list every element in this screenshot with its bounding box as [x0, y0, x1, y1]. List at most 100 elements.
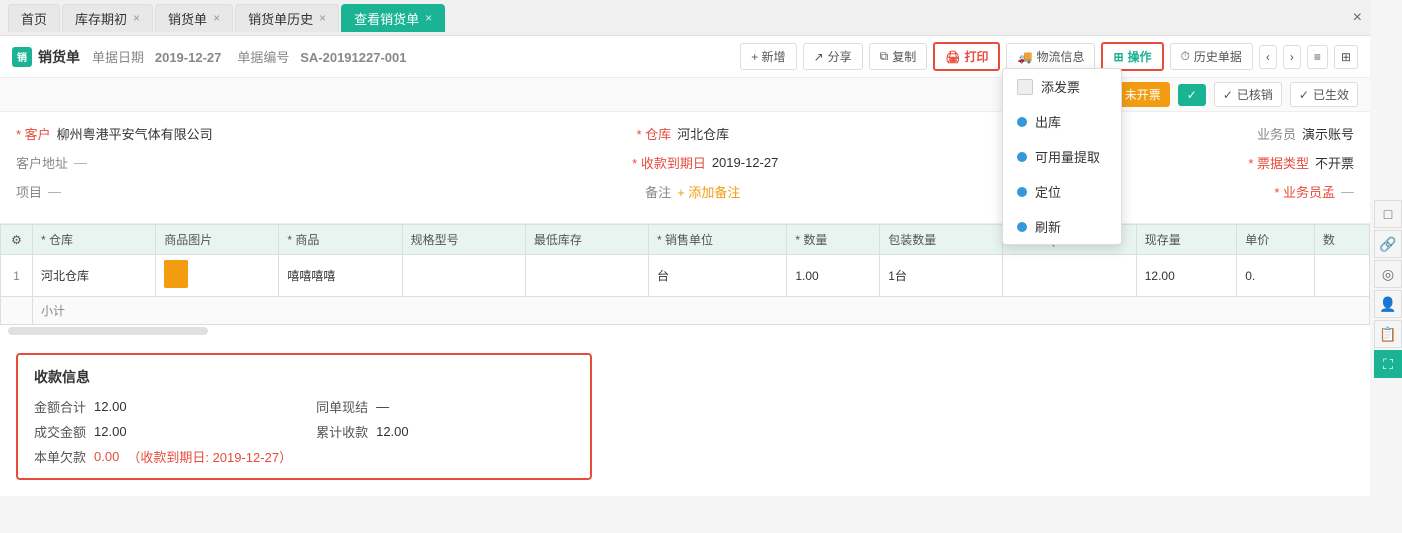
view-grid-button[interactable]: ⊞: [1334, 45, 1358, 69]
share-button[interactable]: ↗ 分享: [803, 43, 863, 70]
row-available: [1003, 255, 1136, 297]
history-docs-button[interactable]: ⏱ 历史单据: [1170, 43, 1253, 70]
status-sold-button[interactable]: ✓ 已核销: [1214, 82, 1282, 107]
new-button[interactable]: + 新增: [740, 43, 796, 70]
col-amount: 数: [1314, 225, 1369, 255]
staff-field: 业务员 演示账号: [1257, 124, 1354, 143]
same-settle-value: —: [376, 399, 389, 414]
tab-close-view-sales[interactable]: ×: [425, 11, 432, 25]
locate-dot: [1017, 187, 1027, 197]
tab-close-sales-order[interactable]: ×: [213, 11, 220, 25]
status-effective-button[interactable]: ✓ 已生效: [1290, 82, 1358, 107]
print-button[interactable]: 🖨 打印: [933, 42, 1000, 71]
owed-label: 本单欠款: [34, 447, 86, 466]
sidebar-icon-circle[interactable]: ◎: [1374, 260, 1402, 288]
row-product: 嘻嘻嘻嘻: [279, 255, 402, 297]
tab-home[interactable]: 首页: [8, 4, 60, 32]
sidebar-icon-clipboard[interactable]: 📋: [1374, 320, 1402, 348]
address-label: 客户地址: [16, 153, 68, 172]
address-field: 客户地址 —: [16, 153, 608, 172]
tab-sales-history[interactable]: 销货单历史 ×: [235, 4, 339, 32]
check-button[interactable]: ✓: [1178, 84, 1206, 106]
operations-button[interactable]: ⊞ 操作: [1101, 42, 1163, 71]
print-icon: 🖨: [945, 50, 960, 64]
table-header-row: ⚙ * 仓库 商品图片 * 商品 规格型号 最低库存 * 销售单位 * 数量 包…: [1, 225, 1370, 255]
customer-label: * 客户: [16, 124, 51, 143]
staff-label: 业务员: [1257, 124, 1296, 143]
summary-row-total: 金额合计 12.00: [34, 397, 292, 416]
doc-num-label: 单据编号 SA-20191227-001: [237, 47, 406, 66]
sidebar-icon-link[interactable]: 🔗: [1374, 230, 1402, 258]
col-warehouse: * 仓库: [33, 225, 156, 255]
project-field: 项目 —: [16, 182, 621, 201]
logistics-button[interactable]: 🚚 物流信息: [1006, 43, 1095, 70]
copy-icon: ⧉: [880, 49, 889, 64]
row-amount: [1314, 255, 1369, 297]
sidebar-icon-1[interactable]: □: [1374, 200, 1402, 228]
tab-inventory-open[interactable]: 库存期初 ×: [62, 4, 153, 32]
copy-button[interactable]: ⧉ 复制: [869, 43, 928, 70]
subtotal-row: 小计: [1, 297, 1370, 325]
refresh-dot: [1017, 222, 1027, 232]
share-icon: ↗: [814, 50, 824, 64]
tab-close-inventory-open[interactable]: ×: [133, 11, 140, 25]
dropdown-item-available-qty[interactable]: 可用量提取: [1003, 139, 1121, 174]
col-min-stock: 最低库存: [525, 225, 648, 255]
sold-icon: ✓: [1223, 88, 1233, 102]
customer-value: 柳州粤港平安气体有限公司: [57, 124, 213, 143]
total-label: 金额合计: [34, 397, 86, 416]
dropdown-item-refresh[interactable]: 刷新: [1003, 209, 1121, 244]
form-row-3: 项目 — 备注 + 添加备注 * 业务员孟 —: [16, 182, 1354, 201]
warehouse-field: * 仓库 河北仓库: [636, 124, 1232, 143]
summary-row-same-settle: 同单现结 —: [316, 397, 574, 416]
available-qty-label: 可用量提取: [1035, 147, 1100, 166]
refresh-label: 刷新: [1035, 217, 1061, 236]
row-min-stock: [525, 255, 648, 297]
window-close-button[interactable]: ×: [1353, 9, 1362, 27]
sales-staff-field: * 业务员孟 —: [1274, 182, 1354, 201]
horizontal-scrollbar[interactable]: [8, 327, 208, 335]
tab-sales-order[interactable]: 销货单 ×: [155, 4, 233, 32]
note-label: 备注: [645, 182, 671, 201]
owed-note: （收款到期日: 2019-12-27）: [127, 447, 292, 466]
due-date-field: * 收款到期日 2019-12-27: [632, 153, 1224, 172]
doc-num-value: SA-20191227-001: [300, 50, 406, 65]
warehouse-value: 河北仓库: [677, 124, 729, 143]
dropdown-item-locate[interactable]: 定位: [1003, 174, 1121, 209]
logistics-icon: 🚚: [1017, 50, 1032, 64]
summary-row-collected: 累计收款 12.00: [316, 422, 574, 441]
table-row: 1 河北仓库 嘻嘻嘻嘻 台 1.00 1台 12: [1, 255, 1370, 297]
doc-icon: 销: [12, 47, 32, 67]
row-unit-price: 0.: [1237, 255, 1315, 297]
warehouse-label: * 仓库: [636, 124, 671, 143]
add-note-button[interactable]: + 添加备注: [677, 182, 740, 201]
right-sidebar: □ 🔗 ◎ 👤 📋 ⛶: [1374, 200, 1402, 378]
view-list-button[interactable]: ≡: [1307, 45, 1328, 69]
col-product: * 商品: [279, 225, 402, 255]
project-value: —: [48, 184, 61, 199]
same-settle-label: 同单现结: [316, 397, 368, 416]
row-warehouse: 河北仓库: [33, 255, 156, 297]
prev-doc-button[interactable]: ‹: [1259, 45, 1277, 69]
dropdown-item-outbound[interactable]: 出库: [1003, 104, 1121, 139]
deal-value: 12.00: [94, 424, 127, 439]
row-current-stock: 12.00: [1136, 255, 1236, 297]
col-settings[interactable]: ⚙: [1, 225, 33, 255]
tab-close-sales-history[interactable]: ×: [319, 11, 326, 25]
col-spec: 规格型号: [402, 225, 525, 255]
doc-title-area: 销 销货单: [12, 47, 80, 67]
tab-view-sales-order[interactable]: 查看销货单 ×: [341, 4, 445, 32]
doc-toolbar: 销 销货单 单据日期 2019-12-27 单据编号 SA-20191227-0…: [0, 36, 1370, 78]
note-field: 备注 + 添加备注: [645, 182, 1250, 201]
dropdown-item-add-invoice[interactable]: 添发票: [1003, 69, 1121, 104]
product-table: ⚙ * 仓库 商品图片 * 商品 规格型号 最低库存 * 销售单位 * 数量 包…: [0, 224, 1370, 325]
doc-meta: 单据日期 2019-12-27 单据编号 SA-20191227-001: [92, 47, 406, 66]
sidebar-icon-expand[interactable]: ⛶: [1374, 350, 1402, 378]
project-label: 项目: [16, 182, 42, 201]
sidebar-icon-user[interactable]: 👤: [1374, 290, 1402, 318]
due-date-label: * 收款到期日: [632, 153, 706, 172]
row-unit: 台: [649, 255, 787, 297]
row-pack-qty: 1台: [880, 255, 1003, 297]
form-section: * 客户 柳州粤港平安气体有限公司 * 仓库 河北仓库 业务员 演示账号 客户地…: [0, 112, 1370, 224]
next-doc-button[interactable]: ›: [1283, 45, 1301, 69]
